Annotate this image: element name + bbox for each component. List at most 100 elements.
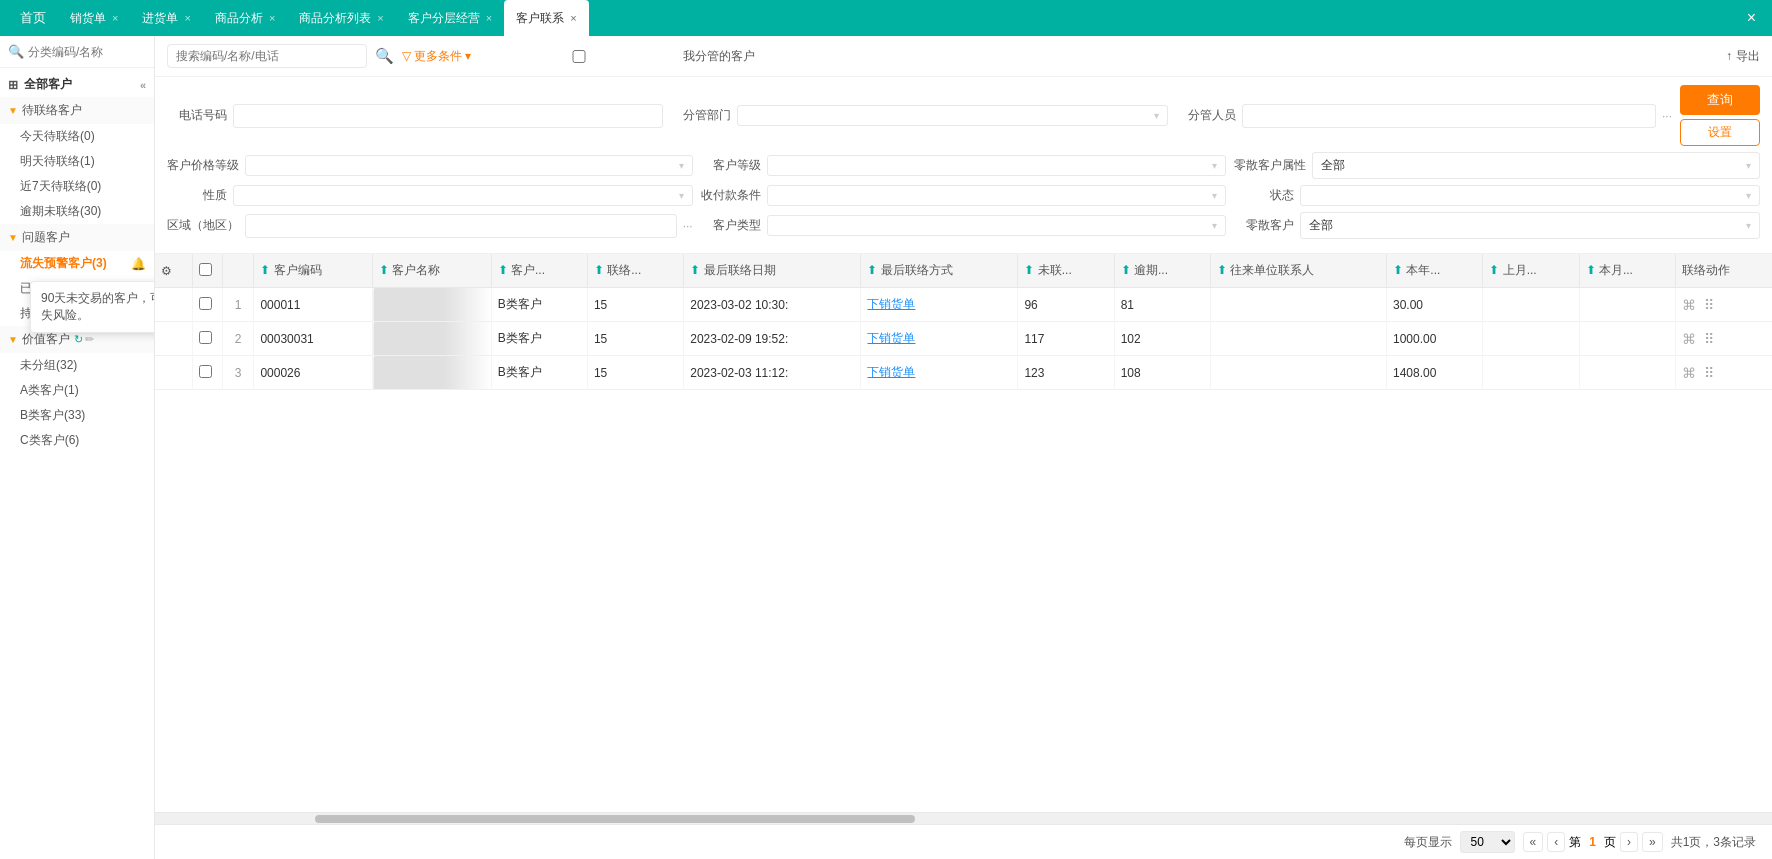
first-page-button[interactable]: « [1523,832,1544,852]
my-customers-checkbox[interactable] [479,50,679,63]
close-product-analysis-list[interactable]: × [377,12,383,24]
select-all-checkbox[interactable] [199,263,212,276]
link-action-icon[interactable]: ⌘ [1682,297,1696,313]
tab-product-analysis[interactable]: 商品分析 × [203,0,287,36]
more-button[interactable]: ··· [1662,109,1672,123]
collapse-icon[interactable]: « [140,79,146,91]
tab-product-analysis-list[interactable]: 商品分析列表 × [287,0,395,36]
cell-checkbox[interactable] [192,356,222,390]
col-last-contact-method[interactable]: ⬆ 最后联络方式 [861,254,1018,288]
cell-code: 000026 [254,356,373,390]
close-sales-order[interactable]: × [112,12,118,24]
customer-level-select[interactable]: ▾ [767,155,1227,176]
link-action-icon[interactable]: ⌘ [1682,365,1696,381]
cell-last-contact-method[interactable]: 下销货单 [861,356,1018,390]
total-info: 共1页，3条记录 [1671,834,1756,851]
cell-this-year: 30.00 [1387,288,1483,322]
prev-page-button[interactable]: ‹ [1547,832,1565,852]
filter-row-3: 性质 ▾ 收付款条件 ▾ 状态 [167,185,1760,206]
scattered-attr-select[interactable]: 全部 ▾ [1312,152,1760,179]
grid-action-icon[interactable]: ⠿ [1704,297,1714,313]
close-customer-segment[interactable]: × [486,12,492,24]
scattered-select[interactable]: 全部 ▾ [1300,212,1760,239]
scroll-thumb[interactable] [315,815,915,823]
refresh-icon[interactable]: ↻ [74,333,83,346]
horizontal-scrollbar[interactable] [155,812,1772,824]
sidebar-item-class-b[interactable]: B类客户(33) [0,403,154,428]
content-area: 🔍 ▽ 更多条件 ▾ 我分管的客户 ↑ 导出 电话号码 [155,36,1772,859]
col-this-year[interactable]: ⬆ 本年... [1387,254,1483,288]
export-button[interactable]: ↑ 导出 [1726,48,1760,65]
link-action-icon[interactable]: ⌘ [1682,331,1696,347]
sidebar-item-today-contact[interactable]: 今天待联络(0) [0,124,154,149]
page-size-select[interactable]: 50 100 [1460,831,1515,853]
window-close-button[interactable]: × [1739,9,1764,27]
col-unit-contact[interactable]: ⬆ 往来单位联系人 [1210,254,1386,288]
cell-checkbox[interactable] [192,288,222,322]
group-problem-customer[interactable]: ▼ 问题客户 [0,224,154,251]
sidebar-item-class-c[interactable]: C类客户(6) [0,428,154,453]
nature-select[interactable]: ▾ [233,185,693,206]
tab-customer-segment[interactable]: 客户分层经营 × [396,0,504,36]
region-more-button[interactable]: ··· [683,219,693,233]
row-checkbox[interactable] [199,331,212,344]
tab-purchase-order[interactable]: 进货单 × [130,0,202,36]
cell-checkbox[interactable] [192,322,222,356]
field-phone: 电话号码 [167,104,663,128]
col-type[interactable]: ⬆ 客户... [491,254,587,288]
col-last-month[interactable]: ⬆ 上月... [1483,254,1579,288]
tab-sales-order[interactable]: 销货单 × [58,0,130,36]
col-gear[interactable]: ⚙ [155,254,192,288]
last-page-button[interactable]: » [1642,832,1663,852]
edit-icon[interactable]: ✏ [85,333,94,346]
filter-row-4: 区域（地区） ··· 客户类型 ▾ 零散客户 全部 ▾ [167,212,1760,239]
col-overdue[interactable]: ⬆ 逾期... [1114,254,1210,288]
sidebar-item-class-a[interactable]: A类客户(1) [0,378,154,403]
close-purchase-order[interactable]: × [184,12,190,24]
row-checkbox[interactable] [199,297,212,310]
col-this-month[interactable]: ⬆ 本月... [1579,254,1675,288]
tab-home[interactable]: 首页 [8,9,58,27]
my-customers-checkbox-label[interactable]: 我分管的客户 [479,48,755,65]
cell-last-contact-method[interactable]: 下销货单 [861,288,1018,322]
sidebar-item-tomorrow-contact[interactable]: 明天待联络(1) [0,149,154,174]
next-page-button[interactable]: › [1620,832,1638,852]
col-checkbox-header[interactable] [192,254,222,288]
query-button[interactable]: 查询 [1680,85,1760,115]
chevron-down-icon: ▾ [1154,110,1159,121]
col-code[interactable]: ⬆ 客户编码 [254,254,373,288]
more-conditions-toggle[interactable]: ▽ 更多条件 ▾ [402,48,471,65]
cell-last-contact-method[interactable]: 下销货单 [861,322,1018,356]
customer-type-select[interactable]: ▾ [767,215,1227,236]
phone-input[interactable] [233,104,663,128]
department-select[interactable]: ▾ [737,105,1167,126]
search-input[interactable] [167,44,367,68]
col-last-contact-date[interactable]: ⬆ 最后联络日期 [684,254,861,288]
close-product-analysis[interactable]: × [269,12,275,24]
status-select[interactable]: ▾ [1300,185,1760,206]
col-contact[interactable]: ⬆ 联络... [587,254,683,288]
cell-contact: 15 [587,322,683,356]
settings-button[interactable]: 设置 [1680,119,1760,146]
sidebar-item-overdue-contact[interactable]: 逾期未联络(30) [0,199,154,224]
col-uncontacted[interactable]: ⬆ 未联... [1018,254,1114,288]
sidebar-search-icon: 🔍 [8,44,24,59]
group-pending-contact[interactable]: ▼ 待联络客户 [0,97,154,124]
grid-action-icon[interactable]: ⠿ [1704,365,1714,381]
all-customers-header[interactable]: ⊞ 全部客户 « [0,68,154,97]
sidebar-item-7days-contact[interactable]: 近7天待联络(0) [0,174,154,199]
manager-input[interactable] [1242,104,1656,128]
row-checkbox[interactable] [199,365,212,378]
region-input[interactable] [245,214,677,238]
sidebar-item-churn-warning[interactable]: 流失预警客户(3) 🔔 [0,251,154,276]
grid-action-icon[interactable]: ⠿ [1704,331,1714,347]
price-level-select[interactable]: ▾ [245,155,693,176]
search-button[interactable]: 🔍 [375,47,394,65]
tab-customer-contact[interactable]: 客户联系 × [504,0,588,36]
col-name[interactable]: ⬆ 客户名称 [373,254,492,288]
payment-select[interactable]: ▾ [767,185,1227,206]
sidebar-item-ungrouped[interactable]: 未分组(32) [0,353,154,378]
gear-icon[interactable]: ⚙ [161,264,172,278]
close-customer-contact[interactable]: × [570,12,576,24]
sidebar-search-input[interactable] [28,45,146,59]
